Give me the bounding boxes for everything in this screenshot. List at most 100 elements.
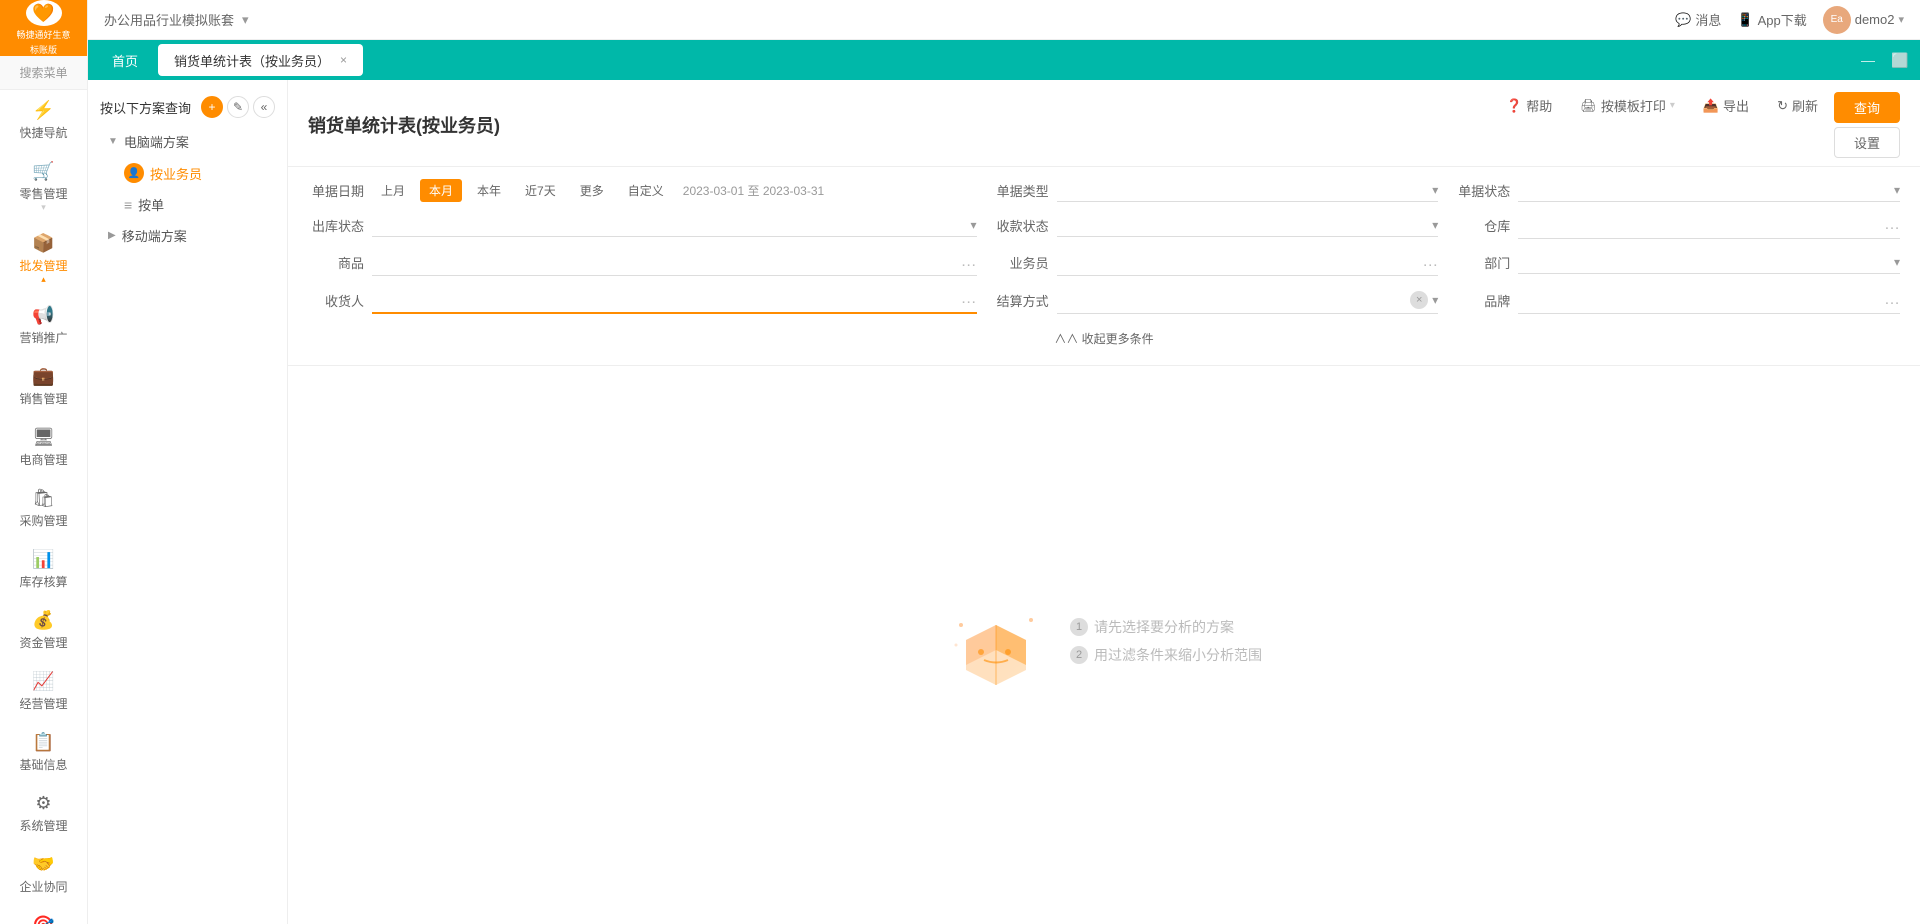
edit-scheme-btn[interactable]: ✎ (227, 96, 249, 118)
tab-home[interactable]: 首页 (96, 44, 154, 76)
filter-goods: 商品 … (308, 249, 977, 276)
empty-state: 1 请先选择要分析的方案 2 用过滤条件来缩小分析范围 (288, 366, 1920, 924)
purchase-icon: 🛍 (32, 488, 55, 509)
app-download-btn[interactable]: 📱 App下载 (1737, 10, 1806, 29)
tabbar: 首页 销货单统计表（按业务员） × — ⬜ (88, 40, 1920, 80)
logo-text: 畅捷通好生意 (16, 28, 70, 41)
sidebar-item-marketing[interactable]: 📢 营销推广 (0, 295, 88, 356)
topbar-right: 💬 消息 📱 App下载 Ea demo2 ▾ (1675, 6, 1904, 34)
desktop-scheme-label: 电脑端方案 (124, 132, 189, 151)
minimize-btn[interactable]: — (1856, 48, 1880, 72)
desktop-scheme-children: 👤 按业务员 ≡ 按单 (88, 157, 287, 220)
receiver-dots[interactable]: … (961, 290, 977, 308)
doc-status-label: 单据状态 (1454, 181, 1510, 200)
mobile-scheme-node[interactable]: ▶ 移动端方案 (88, 220, 287, 251)
setting-button[interactable]: 设置 (1834, 127, 1900, 158)
brand-control[interactable]: … (1518, 287, 1900, 314)
warehouse-dots[interactable]: … (1884, 216, 1900, 234)
empty-line2-text: 用过滤条件来缩小分析范围 (1094, 645, 1262, 665)
active-scheme-label: 按业务员 (150, 164, 202, 183)
out-status-label: 出库状态 (308, 216, 364, 235)
export-icon: 📤 (1703, 98, 1719, 114)
sidebar-item-inventory[interactable]: 📊 库存核算 (0, 539, 88, 600)
sidebar-item-enterprise[interactable]: 🤝 企业协同 (0, 844, 88, 905)
account-dropdown-icon[interactable]: ▾ (242, 12, 249, 28)
sidebar-item-purchase[interactable]: 🛍 采购管理 (0, 478, 88, 539)
help-btn[interactable]: ❓ 帮助 (1498, 92, 1560, 119)
filter-doc-status: 单据状态 ▾ (1454, 179, 1900, 202)
export-btn[interactable]: 📤 导出 (1695, 92, 1757, 119)
sidebar-item-sales[interactable]: 💼 销售管理 (0, 356, 88, 417)
page-actions: ❓ 帮助 🖨 按模板打印 ▾ 📤 导出 ↻ (1498, 92, 1826, 119)
newcomer-icon: 🎯 (32, 915, 54, 924)
filter-warehouse: 仓库 … (1454, 212, 1900, 239)
brand-dots[interactable]: … (1884, 291, 1900, 309)
sidebar-item-ecommerce[interactable]: 🖥 电商管理 (0, 417, 88, 478)
sidebar-item-newcomer[interactable]: 🎯 新手引导 (0, 905, 88, 924)
goods-control[interactable]: … (372, 249, 977, 276)
sidebar-item-label: 快捷导航 (19, 124, 67, 141)
receive-status-control[interactable]: ▾ (1057, 214, 1439, 237)
date-btn-last-month[interactable]: 上月 (372, 179, 414, 202)
sidebar-item-label-basic: 基础信息 (19, 756, 67, 773)
salesperson-dots[interactable]: … (1422, 253, 1438, 271)
print-label: 按模板打印 (1601, 96, 1666, 115)
date-btn-this-year[interactable]: 本年 (468, 179, 510, 202)
doc-status-control[interactable]: ▾ (1518, 179, 1900, 202)
filter-receive-status: 收款状态 ▾ (993, 214, 1439, 237)
salesperson-control[interactable]: … (1057, 249, 1439, 276)
doc-type-control[interactable]: ▾ (1057, 179, 1439, 202)
payment-control[interactable]: × ▾ (1057, 287, 1439, 314)
date-btn-this-month[interactable]: 本月 (420, 179, 462, 202)
sidebar-item-retail[interactable]: 🛒 零售管理 ▾ (0, 151, 88, 223)
collapse-label: 收起更多条件 (1082, 332, 1154, 346)
refresh-btn[interactable]: ↻ 刷新 (1769, 92, 1826, 119)
sidebar-item-label-enterprise: 企业协同 (19, 878, 67, 895)
date-btn-custom[interactable]: 自定义 (619, 179, 673, 202)
sidebar-item-basic[interactable]: 📋 基础信息 (0, 722, 88, 783)
sidebar-item-system[interactable]: ⚙ 系统管理 (0, 783, 88, 844)
retail-arrow: ▾ (41, 202, 46, 213)
add-scheme-btn[interactable]: + (201, 96, 223, 118)
out-status-control[interactable]: ▾ (372, 214, 977, 237)
enterprise-icon: 🤝 (32, 854, 54, 875)
filter-row-4: 收货人 … 结算方式 × ▾ (308, 286, 1900, 314)
tab-sales-report[interactable]: 销货单统计表（按业务员） × (158, 44, 363, 76)
sidebar-item-wholesale[interactable]: 📦 批发管理 ▴ (0, 223, 88, 295)
sidebar-item-label-marketing: 营销推广 (19, 329, 67, 346)
warehouse-control[interactable]: … (1518, 212, 1900, 239)
print-icon: 🖨 (1580, 98, 1597, 114)
query-button[interactable]: 查询 (1834, 92, 1900, 123)
dept-control[interactable]: ▾ (1518, 251, 1900, 274)
goods-dots[interactable]: … (961, 253, 977, 271)
scheme-by-order[interactable]: ≡ 按单 (88, 189, 287, 220)
user-avatar[interactable]: Ea demo2 ▾ (1823, 6, 1904, 34)
sidebar-item-finance[interactable]: 💰 资金管理 (0, 600, 88, 661)
payment-clear-btn[interactable]: × (1410, 291, 1428, 309)
topbar-left: 办公用品行业模拟账套 ▾ (104, 10, 249, 29)
brand-label: 品牌 (1454, 291, 1510, 310)
sidebar-item-quick-nav[interactable]: ⚡ 快捷导航 (0, 90, 88, 151)
collapse-panel-btn[interactable]: « (253, 96, 275, 118)
maximize-btn[interactable]: ⬜ (1888, 48, 1912, 72)
topbar: 办公用品行业模拟账套 ▾ 💬 消息 📱 App下载 Ea demo2 ▾ (88, 0, 1920, 40)
tab-close-icon[interactable]: × (340, 53, 347, 67)
collapse-more-btn[interactable]: ∧∧ 收起更多条件 (308, 324, 1900, 353)
receive-status-arrow: ▾ (1432, 218, 1438, 232)
desktop-scheme-node[interactable]: ▼ 电脑端方案 (88, 126, 287, 157)
refresh-icon: ↻ (1777, 98, 1788, 114)
retail-icon: 🛒 (32, 161, 54, 182)
goods-label: 商品 (308, 253, 364, 272)
date-btn-7days[interactable]: 近7天 (516, 179, 565, 202)
sidebar-item-label-system: 系统管理 (19, 817, 67, 834)
print-btn[interactable]: 🖨 按模板打印 ▾ (1572, 92, 1683, 119)
receiver-control[interactable]: … (372, 286, 977, 314)
date-btn-more[interactable]: 更多 (571, 179, 613, 202)
tree-arrow-right: ▶ (108, 230, 116, 241)
message-btn[interactable]: 💬 消息 (1675, 10, 1721, 29)
sidebar-item-label-purchase: 采购管理 (19, 512, 67, 529)
date-label: 单据日期 (308, 181, 364, 200)
scheme-by-salesperson[interactable]: 👤 按业务员 (88, 157, 287, 189)
sidebar-item-operations[interactable]: 📈 经营管理 (0, 661, 88, 722)
search-menu[interactable]: 搜索菜单 (0, 56, 87, 90)
